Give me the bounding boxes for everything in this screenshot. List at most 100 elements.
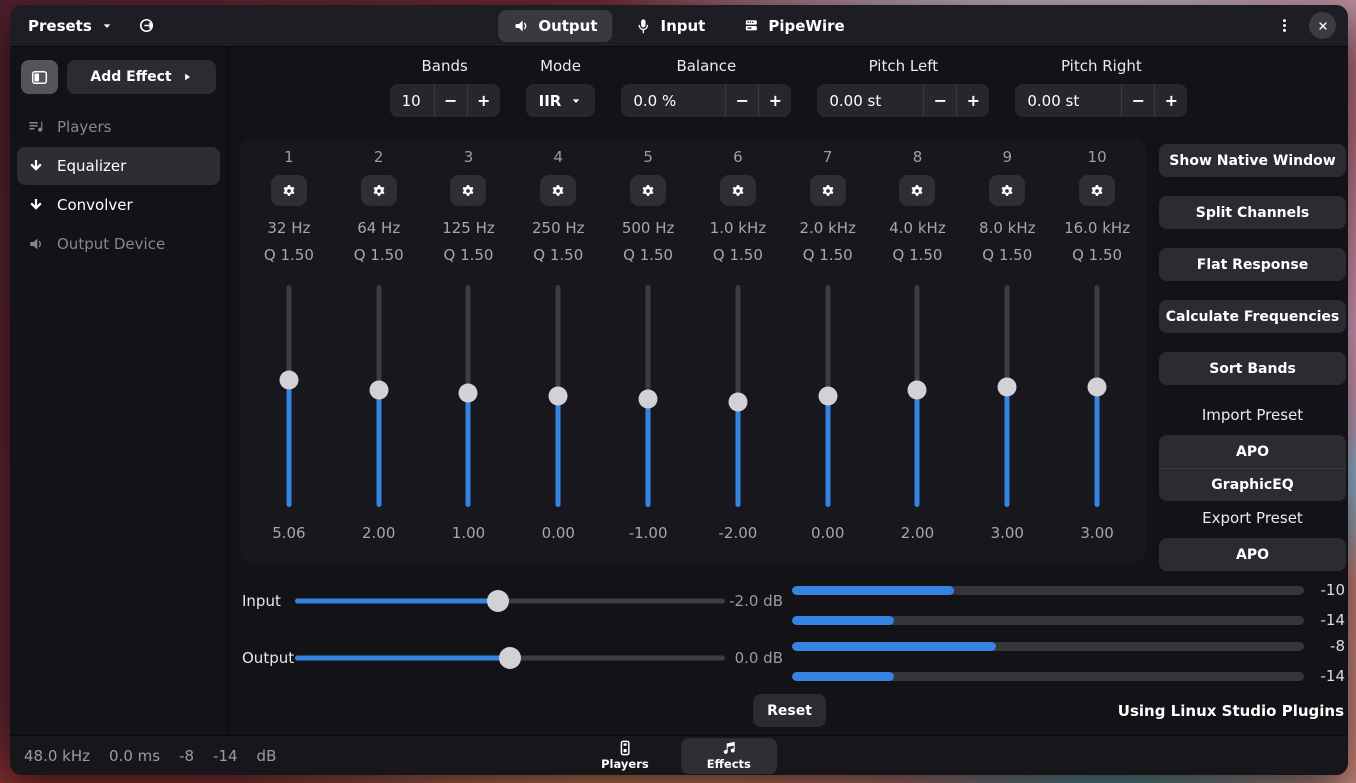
slider-knob[interactable] bbox=[499, 647, 521, 669]
sidebar-item-output-device[interactable]: Output Device bbox=[17, 225, 220, 263]
band-settings-button[interactable] bbox=[1079, 175, 1116, 206]
band-settings-button[interactable] bbox=[809, 175, 846, 206]
tab-pipewire[interactable]: PipeWire bbox=[728, 10, 859, 42]
slider-knob[interactable] bbox=[279, 370, 299, 390]
bands-value[interactable]: 10 bbox=[390, 84, 434, 117]
add-effect-button[interactable]: Add Effect bbox=[67, 60, 216, 94]
mode-dropdown[interactable]: IIR bbox=[525, 84, 596, 117]
gear-icon bbox=[641, 184, 655, 198]
band-gain-slider[interactable] bbox=[996, 285, 1018, 507]
global-bypass-button[interactable] bbox=[133, 12, 160, 39]
slider-knob[interactable] bbox=[638, 389, 658, 409]
band-frequency: 32 Hz bbox=[267, 219, 311, 237]
music-note-icon bbox=[721, 740, 737, 756]
pitch-right-value[interactable]: 0.00 st bbox=[1015, 84, 1121, 117]
slider-knob[interactable] bbox=[1087, 377, 1107, 397]
meter-row: -14 bbox=[792, 611, 1345, 629]
band-gain-slider[interactable] bbox=[1086, 285, 1108, 507]
pitch-left-value[interactable]: 0.00 st bbox=[817, 84, 923, 117]
sidebar-item-equalizer[interactable]: Equalizer bbox=[17, 147, 220, 185]
status-level-right: -14 bbox=[213, 746, 238, 765]
slider-knob[interactable] bbox=[997, 377, 1017, 397]
band-gain-slider[interactable] bbox=[368, 285, 390, 507]
tab-output[interactable]: Output bbox=[498, 9, 613, 42]
slider-knob[interactable] bbox=[458, 383, 478, 403]
import-graphiceq-button[interactable]: GraphicEQ bbox=[1159, 468, 1346, 501]
balance-decrement-button[interactable]: − bbox=[725, 84, 758, 117]
slider-knob[interactable] bbox=[728, 392, 748, 412]
band-settings-button[interactable] bbox=[270, 175, 307, 206]
band-settings-button[interactable] bbox=[899, 175, 936, 206]
band-settings-button[interactable] bbox=[360, 175, 397, 206]
gear-icon bbox=[731, 184, 745, 198]
band-settings-button[interactable] bbox=[630, 175, 667, 206]
toggle-sidebar-button[interactable] bbox=[21, 60, 58, 94]
band-settings-button[interactable] bbox=[540, 175, 577, 206]
band-gain-slider[interactable] bbox=[817, 285, 839, 507]
sort-bands-button[interactable]: Sort Bands bbox=[1159, 352, 1346, 385]
input-gain-slider[interactable] bbox=[295, 589, 725, 613]
bands-label: Bands bbox=[421, 57, 468, 75]
pitch-right-decrement-button[interactable]: − bbox=[1121, 84, 1154, 117]
band-settings-button[interactable] bbox=[989, 175, 1026, 206]
slider-knob[interactable] bbox=[907, 380, 927, 400]
meter-value: -8 bbox=[1330, 637, 1345, 655]
slider-knob[interactable] bbox=[818, 386, 838, 406]
presets-menu-button[interactable]: Presets bbox=[22, 11, 119, 41]
header-tabs: Output Input PipeWire bbox=[498, 9, 859, 42]
bands-control: Bands 10 − + bbox=[389, 57, 500, 117]
split-channels-button[interactable]: Split Channels bbox=[1159, 196, 1346, 229]
balance-increment-button[interactable]: + bbox=[758, 84, 791, 117]
band-gain-slider[interactable] bbox=[727, 285, 749, 507]
band-gain-slider[interactable] bbox=[637, 285, 659, 507]
calculate-frequencies-button[interactable]: Calculate Frequencies bbox=[1159, 300, 1346, 333]
band-settings-button[interactable] bbox=[450, 175, 487, 206]
bands-decrement-button[interactable]: − bbox=[433, 84, 467, 117]
band-gain-slider[interactable] bbox=[547, 285, 569, 507]
band-gain-slider[interactable] bbox=[457, 285, 479, 507]
meter-fill bbox=[792, 585, 954, 595]
band-gain-value: 0.00 bbox=[810, 524, 845, 542]
slider-knob[interactable] bbox=[487, 590, 510, 612]
sidebar-item-convolver[interactable]: Convolver bbox=[17, 186, 220, 224]
gear-icon bbox=[551, 184, 565, 198]
tab-effects[interactable]: Effects bbox=[680, 737, 777, 774]
output-gain-slider[interactable] bbox=[295, 646, 725, 670]
band-settings-button[interactable] bbox=[719, 175, 756, 206]
eq-band-column: 1 32 Hz Q 1.50 5.06 bbox=[244, 148, 334, 554]
pitch-right-increment-button[interactable]: + bbox=[1154, 84, 1187, 117]
band-number: 1 bbox=[284, 148, 294, 166]
balance-value[interactable]: 0.0 % bbox=[621, 84, 725, 117]
eq-band-column: 9 8.0 kHz Q 1.50 3.00 bbox=[962, 148, 1052, 554]
band-gain-value: -1.00 bbox=[628, 524, 668, 542]
tab-players[interactable]: Players bbox=[581, 738, 669, 774]
main-menu-button[interactable] bbox=[1272, 13, 1297, 38]
gear-icon bbox=[1090, 184, 1104, 198]
slider-knob[interactable] bbox=[369, 380, 389, 400]
band-frequency: 2.0 kHz bbox=[799, 219, 856, 237]
slider-knob[interactable] bbox=[548, 386, 568, 406]
close-button[interactable] bbox=[1309, 12, 1336, 39]
tab-input[interactable]: Input bbox=[621, 10, 721, 42]
band-q-factor: Q 1.50 bbox=[443, 246, 494, 264]
effects-sidebar: Add Effect Players Equalizer Convolver O… bbox=[10, 47, 228, 735]
flat-response-button[interactable]: Flat Response bbox=[1159, 248, 1346, 281]
band-frequency: 1.0 kHz bbox=[709, 219, 767, 237]
export-apo-button[interactable]: APO bbox=[1159, 538, 1346, 571]
import-apo-button[interactable]: APO bbox=[1159, 435, 1346, 468]
band-q-factor: Q 1.50 bbox=[982, 246, 1033, 264]
bands-increment-button[interactable]: + bbox=[466, 84, 500, 117]
band-gain-slider[interactable] bbox=[278, 285, 300, 507]
pitch-left-decrement-button[interactable]: − bbox=[923, 84, 956, 117]
show-native-window-button[interactable]: Show Native Window bbox=[1159, 144, 1346, 177]
tab-input-label: Input bbox=[660, 16, 706, 35]
sidebar-item-players[interactable]: Players bbox=[17, 108, 220, 146]
tab-players-label: Players bbox=[601, 757, 649, 771]
presets-label: Presets bbox=[28, 16, 92, 35]
slider-fill bbox=[376, 389, 382, 507]
band-gain-slider[interactable] bbox=[906, 285, 928, 507]
band-q-factor: Q 1.50 bbox=[1072, 246, 1123, 264]
reset-button[interactable]: Reset bbox=[753, 694, 826, 727]
meter-value: -10 bbox=[1320, 581, 1346, 599]
pitch-left-increment-button[interactable]: + bbox=[956, 84, 989, 117]
